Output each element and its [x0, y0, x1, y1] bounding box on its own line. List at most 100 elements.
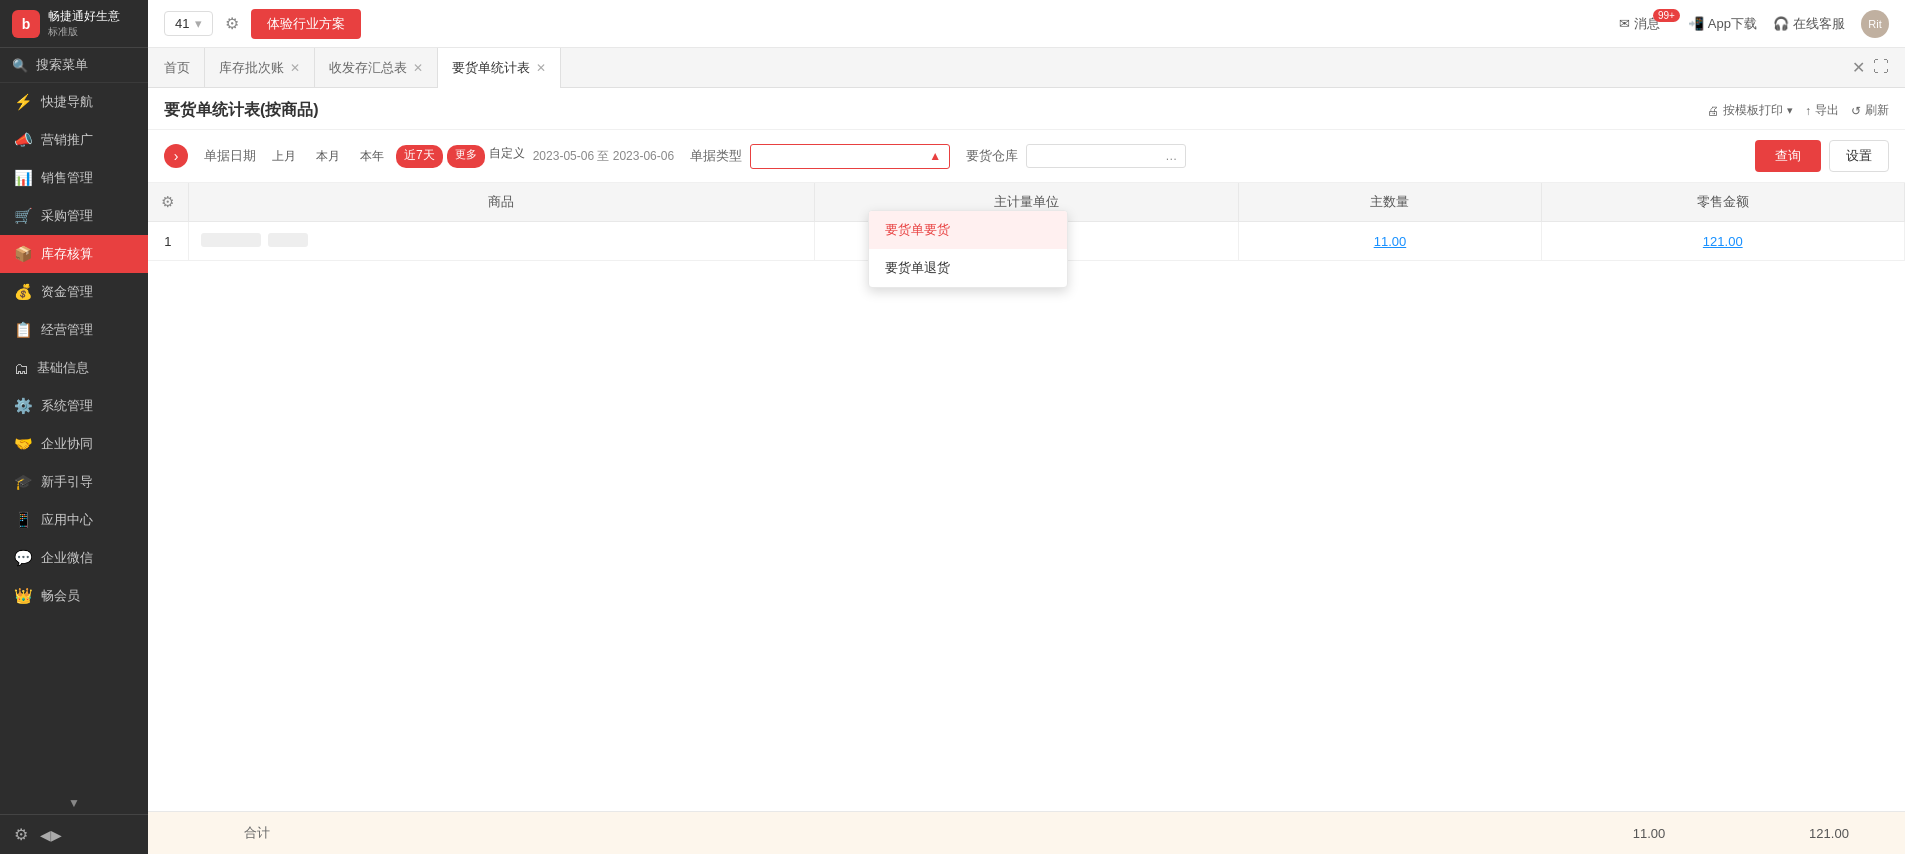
- tab-close-order-summary[interactable]: ✕: [536, 61, 546, 75]
- online-service-button[interactable]: 🎧 在线客服: [1773, 15, 1845, 33]
- type-filter-label: 单据类型: [690, 147, 742, 165]
- date-btn-this-year[interactable]: 本年: [352, 145, 392, 168]
- print-icon: 🖨: [1707, 104, 1719, 118]
- sidebar-search[interactable]: 🔍 搜索菜单: [0, 48, 148, 83]
- col-settings: ⚙: [148, 183, 188, 222]
- sidebar-item-member[interactable]: 👑 畅会员: [0, 577, 148, 615]
- date-btn-last-month[interactable]: 上月: [264, 145, 304, 168]
- row-quantity: 11.00: [1239, 222, 1541, 261]
- product-name-placeholder: [201, 233, 261, 247]
- export-button[interactable]: ↑ 导出: [1805, 102, 1839, 119]
- column-settings-icon[interactable]: ⚙: [161, 193, 174, 210]
- print-arrow-icon: ▾: [1787, 104, 1793, 117]
- sidebar-item-marketing[interactable]: 📣 营销推广: [0, 121, 148, 159]
- sidebar-scroll-down[interactable]: ▼: [0, 792, 148, 814]
- purchase-icon: 🛒: [14, 207, 33, 225]
- guide-icon: 🎓: [14, 473, 33, 491]
- row-amount: 121.00: [1541, 222, 1905, 261]
- sidebar-item-purchase[interactable]: 🛒 采购管理: [0, 197, 148, 235]
- col-amount: 零售金额: [1541, 183, 1905, 222]
- query-button[interactable]: 查询: [1755, 140, 1821, 172]
- date-btn-recent7[interactable]: 近7天: [396, 145, 443, 168]
- topbar-gear-icon[interactable]: ⚙: [225, 14, 239, 33]
- trial-button[interactable]: 体验行业方案: [251, 9, 361, 39]
- tab-close-inventory-batch[interactable]: ✕: [290, 61, 300, 75]
- col-quantity: 主数量: [1239, 183, 1541, 222]
- page-title: 要货单统计表(按商品): [164, 100, 319, 121]
- sidebar-item-guide[interactable]: 🎓 新手引导: [0, 463, 148, 501]
- settings-icon[interactable]: ⚙: [14, 825, 28, 844]
- warehouse-filter-group: 要货仓库 …: [966, 144, 1186, 168]
- dropdown-item-requisition[interactable]: 要货单要货: [869, 211, 1067, 249]
- date-range-display: 2023-05-06 至 2023-06-06: [533, 148, 674, 165]
- topbar: 41 ▾ ⚙ 体验行业方案 ✉ 消息 99+ 📲 App下载 🎧 在线客服 Ri…: [148, 0, 1905, 48]
- tab-close-all-icon[interactable]: ✕: [1852, 58, 1865, 77]
- tab-invoice-summary[interactable]: 收发存汇总表 ✕: [315, 48, 438, 88]
- type-input[interactable]: [759, 149, 929, 164]
- service-icon: 🎧: [1773, 16, 1789, 31]
- tab-inventory-batch[interactable]: 库存批次账 ✕: [205, 48, 315, 88]
- system-icon: ⚙️: [14, 397, 33, 415]
- app-name: 畅捷通好生意 标准版: [48, 9, 120, 38]
- sidebar-bottom: ⚙ ◀▶: [0, 814, 148, 854]
- sidebar-item-finance[interactable]: 💰 资金管理: [0, 273, 148, 311]
- sidebar-item-app-center[interactable]: 📱 应用中心: [0, 501, 148, 539]
- setting-button[interactable]: 设置: [1829, 140, 1889, 172]
- marketing-icon: 📣: [14, 131, 33, 149]
- main-content: 41 ▾ ⚙ 体验行业方案 ✉ 消息 99+ 📲 App下载 🎧 在线客服 Ri…: [148, 0, 1905, 854]
- sidebar-item-wechat[interactable]: 💬 企业微信: [0, 539, 148, 577]
- filter-actions: 查询 设置: [1755, 140, 1889, 172]
- date-btn-this-month[interactable]: 本月: [308, 145, 348, 168]
- sidebar-item-sales[interactable]: 📊 销售管理: [0, 159, 148, 197]
- page-header-actions: 🖨 按模板打印 ▾ ↑ 导出 ↺ 刷新: [1707, 102, 1889, 119]
- messages-button[interactable]: ✉ 消息 99+: [1619, 15, 1672, 33]
- finance-icon: 💰: [14, 283, 33, 301]
- type-select[interactable]: ▲: [750, 144, 950, 169]
- sidebar-item-enterprise[interactable]: 🤝 企业协同: [0, 425, 148, 463]
- inventory-icon: 📦: [14, 245, 33, 263]
- type-dropdown-menu: 要货单要货 要货单退货: [868, 210, 1068, 288]
- member-icon: 👑: [14, 587, 33, 605]
- warehouse-filter-label: 要货仓库: [966, 147, 1018, 165]
- export-icon: ↑: [1805, 104, 1811, 118]
- sidebar-item-inventory[interactable]: 📦 库存核算: [0, 235, 148, 273]
- app-download-button[interactable]: 📲 App下载: [1688, 15, 1757, 33]
- type-filter-group: 单据类型 ▲: [690, 144, 950, 169]
- basic-info-icon: 🗂: [14, 360, 29, 377]
- row-index: 1: [148, 222, 188, 261]
- messages-badge: 99+: [1653, 9, 1680, 22]
- sidebar-item-quick-nav[interactable]: ⚡ 快捷导航: [0, 83, 148, 121]
- footer-total-label: 合计: [244, 824, 270, 842]
- enterprise-icon: 🤝: [14, 435, 33, 453]
- date-more-badge[interactable]: 更多: [447, 145, 485, 168]
- type-select-arrow-icon: ▲: [929, 149, 941, 163]
- sales-icon: 📊: [14, 169, 33, 187]
- print-button[interactable]: 🖨 按模板打印 ▾: [1707, 102, 1793, 119]
- user-avatar[interactable]: Rit: [1861, 10, 1889, 38]
- company-selector[interactable]: 41 ▾: [164, 11, 213, 36]
- dropdown-item-requisition-return[interactable]: 要货单退货: [869, 249, 1067, 287]
- footer-amount: 121.00: [1769, 826, 1889, 841]
- filter-expand-button[interactable]: ›: [164, 144, 188, 168]
- operation-icon: 📋: [14, 321, 33, 339]
- app-logo-icon: b: [12, 10, 40, 38]
- row-product: [188, 222, 814, 261]
- sidebar: b 畅捷通好生意 标准版 🔍 搜索菜单 ⚡ 快捷导航 📣 营销推广 📊 销售管理…: [0, 0, 148, 854]
- topbar-right: ✉ 消息 99+ 📲 App下载 🎧 在线客服 Rit: [1619, 10, 1889, 38]
- tab-expand-icon[interactable]: ⛶: [1873, 58, 1889, 77]
- quick-nav-icon: ⚡: [14, 93, 33, 111]
- warehouse-more-icon[interactable]: …: [1165, 149, 1177, 163]
- topbar-left: 41 ▾ ⚙ 体验行业方案: [164, 9, 361, 39]
- tab-order-summary[interactable]: 要货单统计表 ✕: [438, 48, 561, 88]
- tab-close-invoice-summary[interactable]: ✕: [413, 61, 423, 75]
- refresh-button[interactable]: ↺ 刷新: [1851, 102, 1889, 119]
- sidebar-item-basic-info[interactable]: 🗂 基础信息: [0, 349, 148, 387]
- tab-home[interactable]: 首页: [164, 48, 205, 88]
- sidebar-item-operation[interactable]: 📋 经营管理: [0, 311, 148, 349]
- date-filter-group: 单据日期 上月 本月 本年 近7天 更多 自定义 2023-05-06 至 20…: [204, 145, 674, 168]
- sidebar-item-system[interactable]: ⚙️ 系统管理: [0, 387, 148, 425]
- download-icon: 📲: [1688, 16, 1704, 31]
- collapse-icon[interactable]: ◀▶: [40, 827, 62, 843]
- date-custom-btn[interactable]: 自定义: [489, 145, 525, 168]
- warehouse-select[interactable]: …: [1026, 144, 1186, 168]
